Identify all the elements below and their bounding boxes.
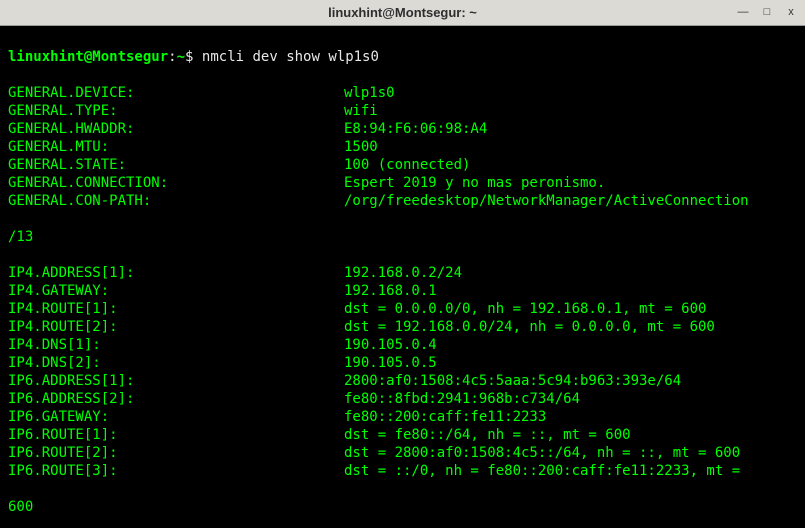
output-row: IP6.GATEWAY:fe80::200:caff:fe11:2233 (8, 408, 797, 426)
output-key: IP4.ROUTE[2]: (8, 318, 344, 336)
prompt-line: linuxhint@Montsegur:~$ nmcli dev show wl… (8, 48, 797, 66)
output-key: GENERAL.HWADDR: (8, 120, 344, 138)
output-value: 1500 (344, 139, 378, 155)
output-key: IP4.ROUTE[1]: (8, 300, 344, 318)
output-value: E8:94:F6:06:98:A4 (344, 121, 487, 137)
output-value: wlp1s0 (344, 85, 395, 101)
output-row: IP4.ROUTE[1]:dst = 0.0.0.0/0, nh = 192.1… (8, 300, 797, 318)
output-value: dst = 2800:af0:1508:4c5::/64, nh = ::, m… (344, 445, 740, 461)
output-value: 2800:af0:1508:4c5:5aaa:5c94:b963:393e/64 (344, 373, 681, 389)
output-row: GENERAL.DEVICE:wlp1s0 (8, 84, 797, 102)
maximize-button[interactable]: □ (757, 2, 777, 22)
output-row: GENERAL.HWADDR:E8:94:F6:06:98:A4 (8, 120, 797, 138)
output-row: IP4.ADDRESS[1]:192.168.0.2/24 (8, 264, 797, 282)
output-key: IP4.ADDRESS[1]: (8, 264, 344, 282)
output-row: IP4.GATEWAY:192.168.0.1 (8, 282, 797, 300)
output-value: dst = 0.0.0.0/0, nh = 192.168.0.1, mt = … (344, 301, 706, 317)
output-key: IP6.ROUTE[3]: (8, 462, 344, 480)
output-row: IP6.ROUTE[3]:dst = ::/0, nh = fe80::200:… (8, 462, 797, 480)
output-row: GENERAL.MTU:1500 (8, 138, 797, 156)
window-controls: — □ x (733, 2, 801, 22)
output-key: IP6.ADDRESS[1]: (8, 372, 344, 390)
output-row: GENERAL.STATE:100 (connected) (8, 156, 797, 174)
output-value: dst = ::/0, nh = fe80::200:caff:fe11:223… (344, 463, 749, 479)
output-value: fe80::200:caff:fe11:2233 (344, 409, 546, 425)
output-row: IP6.ADDRESS[1]:2800:af0:1508:4c5:5aaa:5c… (8, 372, 797, 390)
output-key: GENERAL.DEVICE: (8, 84, 344, 102)
prompt-sep: : (168, 49, 176, 65)
output-row: GENERAL.CON-PATH:/org/freedesktop/Networ… (8, 192, 797, 210)
output-value: dst = 192.168.0.0/24, nh = 0.0.0.0, mt =… (344, 319, 715, 335)
output-row: IP6.ROUTE[1]:dst = fe80::/64, nh = ::, m… (8, 426, 797, 444)
output-key: GENERAL.CONNECTION: (8, 174, 344, 192)
output-row: IP4.ROUTE[2]:dst = 192.168.0.0/24, nh = … (8, 318, 797, 336)
output-key: GENERAL.STATE: (8, 156, 344, 174)
close-button[interactable]: x (781, 2, 801, 22)
wrap-line: /13 (8, 228, 797, 246)
titlebar: linuxhint@Montsegur: ~ — □ x (0, 0, 805, 26)
output-key: IP6.GATEWAY: (8, 408, 344, 426)
output-value: /org/freedesktop/NetworkManager/ActiveCo… (344, 193, 749, 209)
output-value: 192.168.0.1 (344, 283, 437, 299)
output-key: IP6.ROUTE[1]: (8, 426, 344, 444)
output-key: GENERAL.MTU: (8, 138, 344, 156)
output-key: IP4.DNS[2]: (8, 354, 344, 372)
output-value: 100 (connected) (344, 157, 470, 173)
output-row: IP4.DNS[1]:190.105.0.4 (8, 336, 797, 354)
output-row: GENERAL.CONNECTION:Espert 2019 y no mas … (8, 174, 797, 192)
output-value: dst = fe80::/64, nh = ::, mt = 600 (344, 427, 631, 443)
output-value: Espert 2019 y no mas peronismo. (344, 175, 605, 191)
prompt-user-host: linuxhint@Montsegur (8, 49, 168, 65)
output-value: 192.168.0.2/24 (344, 265, 462, 281)
window-title: linuxhint@Montsegur: ~ (328, 5, 477, 20)
output-row: IP6.ADDRESS[2]:fe80::8fbd:2941:968b:c734… (8, 390, 797, 408)
output-row: GENERAL.TYPE:wifi (8, 102, 797, 120)
output-key: IP4.GATEWAY: (8, 282, 344, 300)
output-value: fe80::8fbd:2941:968b:c734/64 (344, 391, 580, 407)
output-row: IP4.DNS[2]:190.105.0.5 (8, 354, 797, 372)
command-text: nmcli dev show wlp1s0 (202, 49, 379, 65)
output-key: IP6.ROUTE[2]: (8, 444, 344, 462)
wrap-line: 600 (8, 498, 797, 516)
minimize-button[interactable]: — (733, 2, 753, 22)
output-key: IP6.ADDRESS[2]: (8, 390, 344, 408)
output-key: IP4.DNS[1]: (8, 336, 344, 354)
terminal[interactable]: linuxhint@Montsegur:~$ nmcli dev show wl… (0, 26, 805, 528)
output-key: GENERAL.CON-PATH: (8, 192, 344, 210)
output-key: GENERAL.TYPE: (8, 102, 344, 120)
output-value: 190.105.0.4 (344, 337, 437, 353)
output-value: wifi (344, 103, 378, 119)
output-row: IP6.ROUTE[2]:dst = 2800:af0:1508:4c5::/6… (8, 444, 797, 462)
prompt-cwd: ~ (177, 49, 185, 65)
output-value: 190.105.0.5 (344, 355, 437, 371)
